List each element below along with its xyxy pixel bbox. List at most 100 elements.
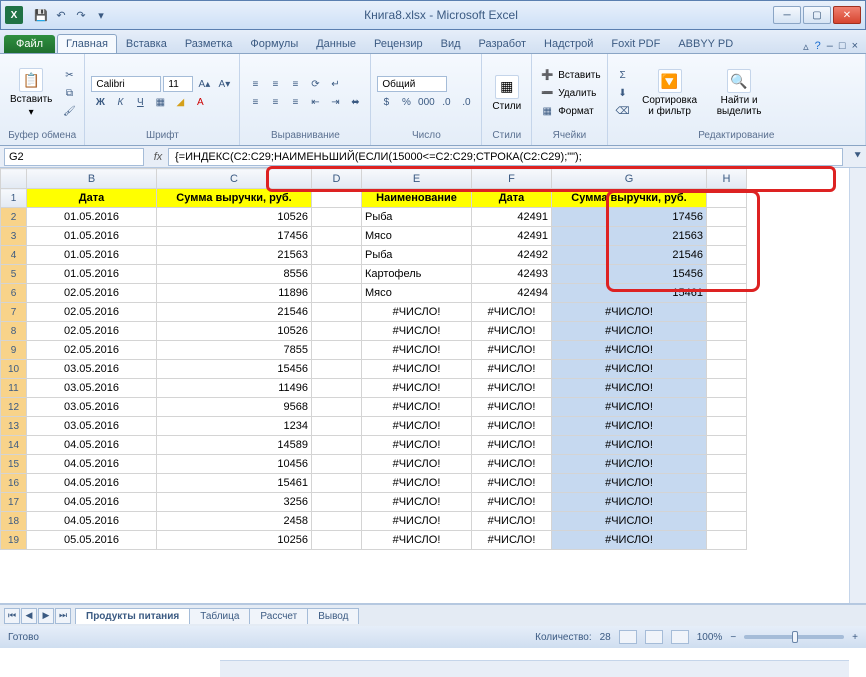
cell[interactable]: 10256 (157, 531, 312, 550)
maximize-button[interactable]: ▢ (803, 6, 831, 24)
cell[interactable]: Мясо (362, 284, 472, 303)
cell[interactable] (312, 417, 362, 436)
cell[interactable]: 10526 (157, 208, 312, 227)
row-header[interactable]: 4 (1, 246, 27, 265)
font-name-combo[interactable]: Calibri (91, 76, 161, 92)
cell[interactable] (707, 474, 747, 493)
percent-icon[interactable]: % (397, 94, 415, 110)
cell[interactable]: 14589 (157, 436, 312, 455)
row-header[interactable]: 2 (1, 208, 27, 227)
border-icon[interactable]: ▦ (151, 94, 169, 110)
col-header-H[interactable]: H (707, 169, 747, 189)
comma-icon[interactable]: 000 (417, 94, 435, 110)
cell[interactable] (312, 322, 362, 341)
insert-cell-label[interactable]: Вставить (558, 70, 600, 81)
cell[interactable]: 10456 (157, 455, 312, 474)
bold-button[interactable]: Ж (91, 94, 109, 110)
cell[interactable]: Сумма выручки, руб. (552, 189, 707, 208)
cell[interactable]: 9568 (157, 398, 312, 417)
row-header[interactable]: 8 (1, 322, 27, 341)
cut-icon[interactable]: ✂ (60, 67, 78, 83)
cell[interactable] (707, 322, 747, 341)
ribbon-tab-5[interactable]: Рецензир (365, 34, 432, 53)
align-center-icon[interactable]: ≡ (266, 94, 284, 110)
cell[interactable]: 15461 (552, 284, 707, 303)
cell[interactable] (707, 398, 747, 417)
ribbon-tab-1[interactable]: Вставка (117, 34, 176, 53)
row-header[interactable]: 15 (1, 455, 27, 474)
font-size-combo[interactable]: 11 (163, 76, 193, 92)
format-cell-label[interactable]: Формат (558, 106, 594, 117)
cell[interactable]: #ЧИСЛО! (472, 493, 552, 512)
cell[interactable]: #ЧИСЛО! (472, 436, 552, 455)
zoom-level[interactable]: 100% (697, 632, 723, 643)
cell[interactable]: 03.05.2016 (27, 417, 157, 436)
cell[interactable] (707, 208, 747, 227)
wrap-text-icon[interactable]: ↵ (326, 76, 344, 92)
ribbon-window-min-icon[interactable]: – (827, 40, 833, 53)
cell[interactable]: 15461 (157, 474, 312, 493)
cell[interactable]: 42493 (472, 265, 552, 284)
cell[interactable] (707, 246, 747, 265)
cell[interactable]: #ЧИСЛО! (552, 322, 707, 341)
cell[interactable]: #ЧИСЛО! (362, 474, 472, 493)
horizontal-scrollbar[interactable] (220, 660, 849, 677)
align-left-icon[interactable]: ≡ (246, 94, 264, 110)
cell[interactable]: #ЧИСЛО! (552, 531, 707, 550)
fill-color-icon[interactable]: ◢ (171, 94, 189, 110)
cell[interactable]: Картофель (362, 265, 472, 284)
cell[interactable]: 02.05.2016 (27, 284, 157, 303)
name-box[interactable]: G2 (4, 148, 144, 166)
cell[interactable] (707, 455, 747, 474)
cell[interactable]: 3256 (157, 493, 312, 512)
close-button[interactable]: ✕ (833, 6, 861, 24)
cell[interactable] (312, 208, 362, 227)
ribbon-tab-0[interactable]: Главная (57, 34, 117, 53)
cell[interactable]: 05.05.2016 (27, 531, 157, 550)
cell[interactable]: 42494 (472, 284, 552, 303)
merge-icon[interactable]: ⬌ (346, 94, 364, 110)
cell[interactable] (312, 398, 362, 417)
cell[interactable]: 7855 (157, 341, 312, 360)
cell[interactable]: #ЧИСЛО! (552, 379, 707, 398)
minimize-button[interactable]: ─ (773, 6, 801, 24)
cell[interactable]: 21563 (157, 246, 312, 265)
cell[interactable]: Сумма выручки, руб. (157, 189, 312, 208)
cell[interactable]: #ЧИСЛО! (362, 303, 472, 322)
undo-icon[interactable]: ↶ (53, 7, 69, 23)
sheet-tab-2[interactable]: Рассчет (249, 608, 308, 624)
insert-cell-icon[interactable]: ➕ (538, 67, 556, 83)
ribbon-tab-3[interactable]: Формулы (241, 34, 307, 53)
page-layout-view-icon[interactable] (645, 630, 663, 644)
cell[interactable]: #ЧИСЛО! (472, 322, 552, 341)
row-header[interactable]: 18 (1, 512, 27, 531)
ribbon-tab-4[interactable]: Данные (307, 34, 365, 53)
cell[interactable]: #ЧИСЛО! (552, 455, 707, 474)
cell[interactable]: 01.05.2016 (27, 227, 157, 246)
number-format-combo[interactable]: Общий (377, 76, 447, 92)
cell[interactable]: 8556 (157, 265, 312, 284)
cell[interactable]: 42491 (472, 208, 552, 227)
ribbon-tab-6[interactable]: Вид (432, 34, 470, 53)
cell[interactable]: #ЧИСЛО! (552, 360, 707, 379)
cell[interactable] (312, 455, 362, 474)
cell[interactable]: 01.05.2016 (27, 265, 157, 284)
cell[interactable]: #ЧИСЛО! (362, 398, 472, 417)
cell[interactable] (707, 360, 747, 379)
copy-icon[interactable]: ⧉ (60, 85, 78, 101)
cell[interactable]: #ЧИСЛО! (472, 474, 552, 493)
ribbon-window-max-icon[interactable]: □ (839, 40, 846, 53)
normal-view-icon[interactable] (619, 630, 637, 644)
cell[interactable] (312, 512, 362, 531)
select-all-corner[interactable] (1, 169, 27, 189)
ribbon-tab-9[interactable]: Foxit PDF (602, 34, 669, 53)
cell[interactable]: 01.05.2016 (27, 246, 157, 265)
cell[interactable]: 1234 (157, 417, 312, 436)
dec-decimal-icon[interactable]: .0 (457, 94, 475, 110)
cell[interactable]: #ЧИСЛО! (472, 417, 552, 436)
underline-button[interactable]: Ч (131, 94, 149, 110)
fx-icon[interactable]: fx (148, 151, 168, 163)
save-icon[interactable]: 💾 (33, 7, 49, 23)
cell[interactable]: 04.05.2016 (27, 436, 157, 455)
cell[interactable]: #ЧИСЛО! (362, 417, 472, 436)
